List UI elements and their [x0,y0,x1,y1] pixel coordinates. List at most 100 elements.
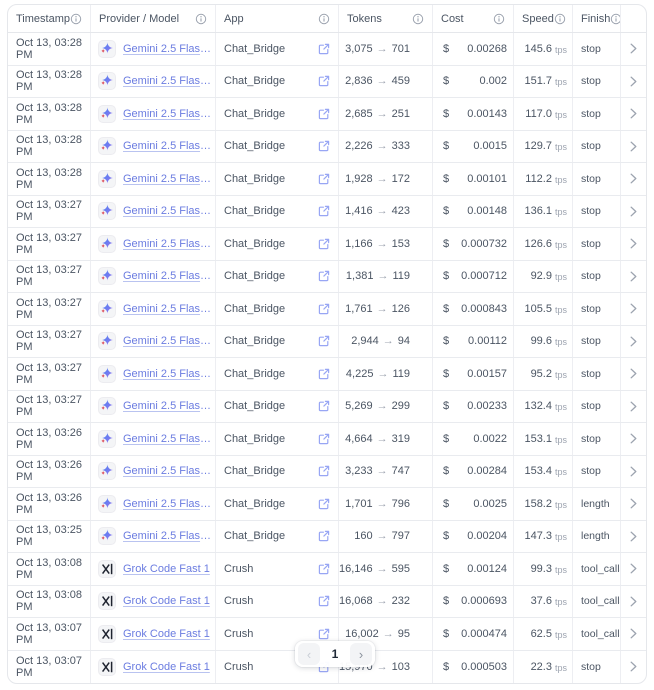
expand-row-button[interactable] [621,423,646,455]
expand-row-button[interactable] [621,163,646,195]
currency-symbol: $ [443,270,450,283]
table-row[interactable]: Oct 13, 03:27 PM Gemini 2.5 Flash Pre… [8,260,646,293]
info-icon[interactable] [412,13,424,25]
table-row[interactable]: Oct 13, 03:27 PM Gemini 2.5 Flash Pre… [8,358,646,391]
external-link-icon[interactable] [318,335,330,347]
external-link-icon[interactable] [318,628,330,640]
external-link-icon[interactable] [318,595,330,607]
table-row[interactable]: Oct 13, 03:28 PM Gemini 2.5 Flash Pre… [8,98,646,131]
table-row[interactable]: Oct 13, 03:08 PM Grok Code Fast 1 Crush … [8,585,646,618]
model-link[interactable]: Gemini 2.5 Flash Pre… [123,270,215,282]
table-row[interactable]: Oct 13, 03:26 PM Gemini 2.5 Flash Pre… [8,423,646,456]
external-link-icon[interactable] [318,465,330,477]
table-row[interactable]: Oct 13, 03:27 PM Gemini 2.5 Flash Pre… [8,293,646,326]
expand-row-button[interactable] [621,66,646,98]
external-link-icon[interactable] [318,368,330,380]
external-link-icon[interactable] [318,563,330,575]
finish-reason: stop [581,302,601,315]
expand-row-button[interactable] [621,33,646,65]
pagination-current-page[interactable]: 1 [324,643,346,665]
model-link[interactable]: Gemini 2.5 Flash Pre… [123,368,215,380]
info-icon[interactable] [610,13,620,25]
external-link-icon[interactable] [318,140,330,152]
pagination-next-button[interactable]: › [350,643,372,665]
external-link-icon[interactable] [318,433,330,445]
speed-cell: 153.1 tps [514,423,573,455]
cost-value: 0.00124 [467,562,507,575]
model-link[interactable]: Grok Code Fast 1 [123,563,210,575]
expand-row-button[interactable] [621,261,646,293]
external-link-icon[interactable] [318,530,330,542]
model-link[interactable]: Gemini 2.5 Flash Pre… [123,335,215,347]
expand-row-button[interactable] [621,196,646,228]
model-link[interactable]: Gemini 2.5 Flash Pre… [123,108,215,120]
table-row[interactable]: Oct 13, 03:26 PM Gemini 2.5 Flash Pre… [8,488,646,521]
timestamp: Oct 13, 03:07 PM [16,621,83,646]
external-link-icon[interactable] [318,75,330,87]
model-link[interactable]: Gemini 2.5 Flash Pre… [123,303,215,315]
expand-row-button[interactable] [621,98,646,130]
expand-row-button[interactable] [621,131,646,163]
model-link[interactable]: Gemini 2.5 Flash Pre… [123,465,215,477]
expand-row-button[interactable] [621,553,646,585]
table-row[interactable]: Oct 13, 03:26 PM Gemini 2.5 Flash Pre… [8,455,646,488]
expand-row-button[interactable] [621,228,646,260]
external-link-icon[interactable] [318,400,330,412]
model-link[interactable]: Gemini 2.5 Flash Pre… [123,75,215,87]
table-row[interactable]: Oct 13, 03:28 PM Gemini 2.5 Flash Pre… [8,65,646,98]
expand-row-button[interactable] [621,488,646,520]
info-icon[interactable] [318,13,330,25]
model-link[interactable]: Gemini 2.5 Flash Pre… [123,173,215,185]
cost-value: 0.000712 [461,270,507,283]
info-icon[interactable] [70,13,82,25]
table-row[interactable]: Oct 13, 03:28 PM Gemini 2.5 Flash Pre… [8,33,646,66]
model-link[interactable]: Grok Code Fast 1 [123,595,210,607]
pagination-prev-button[interactable]: ‹ [298,643,320,665]
model-link[interactable]: Gemini 2.5 Flash Pre… [123,140,215,152]
external-link-icon[interactable] [318,498,330,510]
model-link[interactable]: Grok Code Fast 1 [123,628,210,640]
model-link[interactable]: Gemini 2.5 Flash Pre… [123,530,215,542]
info-icon[interactable] [493,13,505,25]
model-link[interactable]: Grok Code Fast 1 [123,661,210,673]
external-link-icon[interactable] [318,270,330,282]
external-link-icon[interactable] [318,43,330,55]
expand-row-button[interactable] [621,618,646,650]
chevron-right-icon [630,531,637,542]
external-link-icon[interactable] [318,108,330,120]
model-link[interactable]: Gemini 2.5 Flash Pre… [123,43,215,55]
table-row[interactable]: Oct 13, 03:27 PM Gemini 2.5 Flash Pre… [8,325,646,358]
expand-row-button[interactable] [621,358,646,390]
cost-value: 0.0022 [473,432,507,445]
model-link[interactable]: Gemini 2.5 Flash Pre… [123,400,215,412]
model-link[interactable]: Gemini 2.5 Flash Pre… [123,238,215,250]
info-icon[interactable] [554,13,566,25]
expand-row-button[interactable] [621,521,646,553]
external-link-icon[interactable] [318,303,330,315]
external-link-icon[interactable] [318,173,330,185]
expand-row-button[interactable] [621,293,646,325]
expand-row-button[interactable] [621,586,646,618]
model-link[interactable]: Gemini 2.5 Flash Pre… [123,433,215,445]
table-row[interactable]: Oct 13, 03:25 PM Gemini 2.5 Flash Pre… [8,520,646,553]
tokens-out: 423 [391,205,410,218]
table-row[interactable]: Oct 13, 03:08 PM Grok Code Fast 1 Crush … [8,553,646,586]
app-name: Chat_Bridge [224,302,286,315]
table-row[interactable]: Oct 13, 03:27 PM Gemini 2.5 Flash Pre… [8,195,646,228]
tokens-arrow: → [376,432,388,445]
table-row[interactable]: Oct 13, 03:27 PM Gemini 2.5 Flash Pre… [8,390,646,423]
expand-row-button[interactable] [621,651,646,684]
external-link-icon[interactable] [318,205,330,217]
speed-unit: tps [554,532,567,543]
expand-row-button[interactable] [621,326,646,358]
external-link-icon[interactable] [318,238,330,250]
info-icon[interactable] [195,13,207,25]
provider-badge [98,429,116,448]
model-link[interactable]: Gemini 2.5 Flash Pre… [123,498,215,510]
expand-row-button[interactable] [621,391,646,423]
table-row[interactable]: Oct 13, 03:28 PM Gemini 2.5 Flash Pre… [8,130,646,163]
model-link[interactable]: Gemini 2.5 Flash Pre… [123,205,215,217]
expand-row-button[interactable] [621,456,646,488]
table-row[interactable]: Oct 13, 03:28 PM Gemini 2.5 Flash Pre… [8,163,646,196]
table-row[interactable]: Oct 13, 03:27 PM Gemini 2.5 Flash Pre… [8,228,646,261]
